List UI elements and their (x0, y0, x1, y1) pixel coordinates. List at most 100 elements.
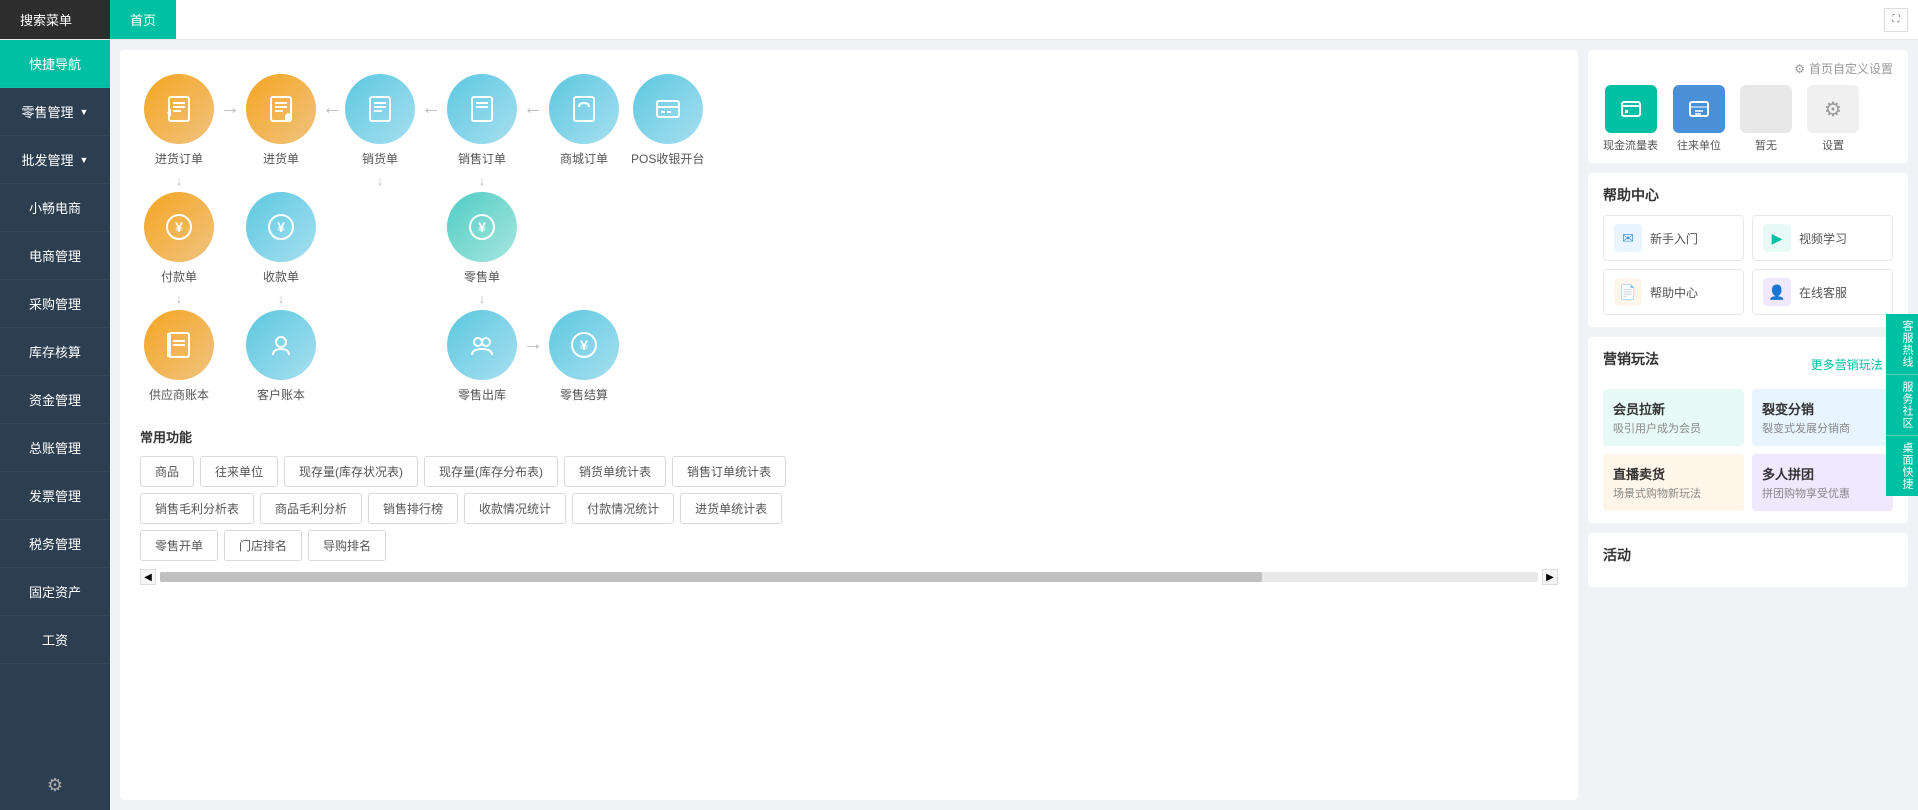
flow-node-pos[interactable]: POS收银开台 (627, 70, 708, 171)
func-product-margin[interactable]: 商品毛利分析 (260, 493, 362, 524)
func-inventory-dist[interactable]: 现存量(库存分布表) (424, 456, 558, 487)
sidebar-item-finance[interactable]: 资金管理 (0, 376, 110, 424)
tab-home[interactable]: 首页 (110, 0, 176, 39)
help-item-service[interactable]: 👤 在线客服 (1752, 269, 1893, 315)
func-sales-rank[interactable]: 销售排行榜 (368, 493, 458, 524)
float-service-btn[interactable]: 客服热线 (1886, 314, 1918, 375)
fullscreen-button[interactable]: ⛶ (1884, 8, 1908, 32)
marketing-group[interactable]: 多人拼团 拼团购物享受优惠 (1752, 454, 1893, 511)
func-store-rank[interactable]: 门店排名 (224, 530, 302, 561)
flow-node-customer-book[interactable]: 客户账本 (242, 306, 320, 407)
varrow-retail-order: ↓ (443, 289, 521, 306)
quick-icon-cashflow[interactable]: 现金流量表 (1603, 85, 1658, 153)
marketing-live[interactable]: 直播卖货 场景式购物新玩法 (1603, 454, 1744, 511)
sidebar-item-purchase[interactable]: 采购管理 (0, 280, 110, 328)
help-item-beginner[interactable]: ✉ 新手入门 (1603, 215, 1744, 261)
flow-node-payment[interactable]: ¥ 付款单 (140, 188, 218, 289)
flow-node-purchase[interactable]: 进货单 (242, 70, 320, 171)
varrow-purchase (242, 171, 320, 188)
sidebar-item-ecommerce-mgmt[interactable]: 电商管理 (0, 232, 110, 280)
svg-text:¥: ¥ (580, 337, 588, 353)
func-row-1: 商品 往来单位 现存量(库存状况表) 现存量(库存分布表) 销货单统计表 销售订… (140, 456, 1558, 487)
main-layout: 快捷导航 零售管理 ▼ 批发管理 ▼ 小畅电商 电商管理 采购管理 库存核算 资… (0, 40, 1918, 810)
common-functions: 常用功能 商品 往来单位 现存量(库存状况表) 现存量(库存分布表) 销货单统计… (140, 427, 1558, 561)
fission-title: 裂变分销 (1762, 399, 1883, 418)
sidebar-item-ledger[interactable]: 总账管理 (0, 424, 110, 472)
func-receipt-stat[interactable]: 收款情况统计 (464, 493, 566, 524)
settings-label: 设置 (1822, 137, 1844, 153)
flow-node-purchase-order[interactable]: 进货订单 (140, 70, 218, 171)
sidebar: 快捷导航 零售管理 ▼ 批发管理 ▼ 小畅电商 电商管理 采购管理 库存核算 资… (0, 40, 110, 810)
func-sales-margin[interactable]: 销售毛利分析表 (140, 493, 254, 524)
marketing-title: 营销玩法 (1603, 349, 1659, 369)
float-desktop-btn[interactable]: 桌面快捷 (1886, 436, 1918, 496)
func-inventory-status[interactable]: 现存量(库存状况表) (284, 456, 418, 487)
arrow-retail: → (521, 306, 545, 407)
marketing-member[interactable]: 会员拉新 吸引用户成为会员 (1603, 389, 1744, 446)
sidebar-item-ecommerce[interactable]: 小畅电商 (0, 184, 110, 232)
func-product[interactable]: 商品 (140, 456, 194, 487)
flow-node-mall-order[interactable]: 商城订单 (545, 70, 623, 171)
customize-label[interactable]: ⚙ 首页自定义设置 (1603, 60, 1893, 77)
sidebar-item-retail[interactable]: 零售管理 ▼ (0, 88, 110, 136)
flow-node-supplier-book[interactable]: 供应商账本 (140, 306, 218, 407)
sidebar-item-assets[interactable]: 固定资产 (0, 568, 110, 616)
quick-icon-settings[interactable]: ⚙ 设置 (1807, 85, 1859, 153)
scroll-track[interactable] (160, 572, 1538, 582)
func-sales-order-stat[interactable]: 销售订单统计表 (672, 456, 786, 487)
service-icon: 👤 (1763, 278, 1791, 306)
sidebar-item-payroll[interactable]: 工资 (0, 616, 110, 664)
flow-node-sales-order[interactable]: 销售订单 (443, 70, 521, 171)
right-panel: ⚙ 首页自定义设置 现金流量表 往来单位 (1588, 50, 1908, 800)
help-item-help[interactable]: 📄 帮助中心 (1603, 269, 1744, 315)
quick-icon-contacts[interactable]: 往来单位 (1673, 85, 1725, 153)
scroll-left-btn[interactable]: ◀ (140, 569, 156, 585)
sidebar-item-wholesale[interactable]: 批发管理 ▼ (0, 136, 110, 184)
settings-icon[interactable]: ⚙ (40, 770, 70, 800)
flow-row-3: 供应商账本 客户账本 (140, 306, 708, 407)
retail-arrow: ▼ (80, 107, 89, 117)
sidebar-item-quick-nav[interactable]: 快捷导航 (0, 40, 110, 88)
marketing-header: 营销玩法 更多营销玩法 > (1603, 349, 1893, 379)
contacts-label: 往来单位 (1677, 137, 1721, 153)
flow-node-retail-settle[interactable]: ¥ 零售结算 (545, 306, 623, 407)
search-menu[interactable]: 搜索菜单 (0, 0, 110, 39)
live-title: 直播卖货 (1613, 464, 1734, 483)
func-contacts[interactable]: 往来单位 (200, 456, 278, 487)
svg-text:¥: ¥ (478, 219, 486, 235)
flow-table: 进货订单 → (140, 70, 708, 407)
func-payment-stat[interactable]: 付款情况统计 (572, 493, 674, 524)
flow-varrow-2: ↓ ↓ ↓ (140, 289, 708, 306)
func-row-3: 零售开单 门店排名 导购排名 (140, 530, 1558, 561)
func-guide-rank[interactable]: 导购排名 (308, 530, 386, 561)
contacts-icon (1673, 85, 1725, 133)
quick-icon-none[interactable]: 暂无 (1740, 85, 1792, 153)
flow-node-receipt[interactable]: ¥ 收款单 (242, 188, 320, 289)
more-marketing-link[interactable]: 更多营销玩法 > (1811, 356, 1893, 373)
float-community-btn[interactable]: 服务社区 (1886, 375, 1918, 436)
flow-node-sales[interactable]: 销货单 (341, 70, 419, 171)
live-desc: 场景式购物新玩法 (1613, 485, 1734, 501)
flow-node-retail-out[interactable]: 零售出库 (443, 306, 521, 407)
varrow-sales: ↓ (341, 171, 419, 188)
help-item-video[interactable]: ▶ 视频学习 (1752, 215, 1893, 261)
floating-buttons: 客服热线 服务社区 桌面快捷 (1886, 314, 1918, 496)
svg-text:¥: ¥ (277, 219, 285, 235)
none-label: 暂无 (1755, 137, 1777, 153)
flow-row-2: ¥ 付款单 ¥ (140, 188, 708, 289)
flow-node-retail-order[interactable]: ¥ 零售单 (443, 188, 521, 289)
scroll-right-btn[interactable]: ▶ (1542, 569, 1558, 585)
activity-section: 活动 (1588, 533, 1908, 587)
func-purchase-stat[interactable]: 进货单统计表 (680, 493, 782, 524)
varrow-payment: ↓ (140, 289, 218, 306)
sidebar-item-tax[interactable]: 税务管理 (0, 520, 110, 568)
sales-order-label: 销售订单 (458, 150, 506, 167)
func-sales-stat[interactable]: 销货单统计表 (564, 456, 666, 487)
mall-order-icon (549, 74, 619, 144)
help-grid: ✉ 新手入门 ▶ 视频学习 📄 帮助中心 👤 在线客服 (1603, 215, 1893, 315)
sidebar-item-inventory[interactable]: 库存核算 (0, 328, 110, 376)
sidebar-item-invoice[interactable]: 发票管理 (0, 472, 110, 520)
help-label: 帮助中心 (1650, 284, 1698, 301)
func-retail-order[interactable]: 零售开单 (140, 530, 218, 561)
marketing-fission[interactable]: 裂变分销 裂变式发展分销商 (1752, 389, 1893, 446)
